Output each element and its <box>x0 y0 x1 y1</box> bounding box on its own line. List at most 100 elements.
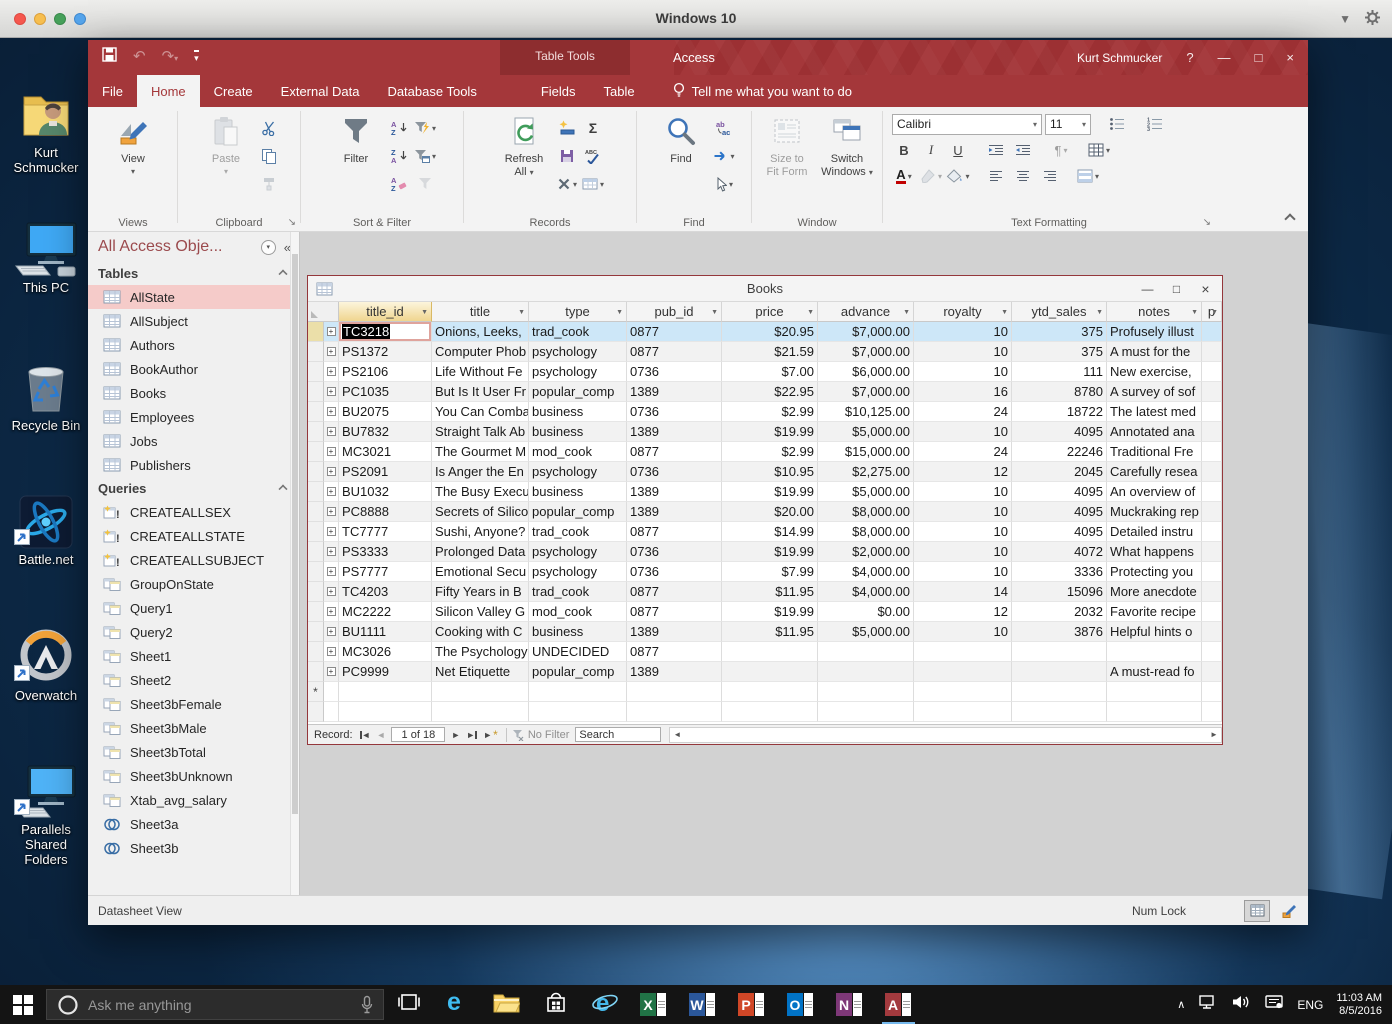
row-selector[interactable] <box>308 402 324 422</box>
table-cell[interactable]: A must for the <box>1107 342 1202 362</box>
table-cell[interactable]: 375 <box>1012 342 1107 362</box>
table-cell[interactable]: Cooking with C <box>432 622 529 642</box>
table-cell[interactable]: $20.00 <box>722 502 818 522</box>
sidebar-item-sheet3bmale[interactable]: Sheet3bMale <box>88 716 299 740</box>
align-left-icon[interactable] <box>984 165 1008 187</box>
table-cell[interactable]: A survey of sof <box>1107 382 1202 402</box>
table-cell[interactable]: 10 <box>914 342 1012 362</box>
table-cell[interactable]: 0877 <box>627 642 722 662</box>
find-button[interactable]: Find <box>652 111 710 207</box>
table-cell[interactable]: trad_cook <box>529 522 627 542</box>
table-cell[interactable]: Computer Phob <box>432 342 529 362</box>
table-cell[interactable] <box>1202 482 1222 502</box>
expand-row-icon[interactable]: + <box>327 447 336 456</box>
table-cell[interactable] <box>1012 642 1107 662</box>
expand-row-icon[interactable]: + <box>327 367 336 376</box>
table-cell[interactable]: 2045 <box>1012 462 1107 482</box>
table-cell[interactable]: 1389 <box>627 382 722 402</box>
table-cell[interactable] <box>1202 662 1222 682</box>
customize-qat-button[interactable]: ▾ <box>194 49 199 64</box>
sidebar-item-sheet3bunknown[interactable]: Sheet3bUnknown <box>88 764 299 788</box>
column-filter-icon[interactable]: ▼ <box>616 309 623 316</box>
table-cell[interactable]: 24 <box>914 402 1012 422</box>
table-cell[interactable] <box>1202 502 1222 522</box>
table-cell[interactable] <box>1202 322 1222 342</box>
table-cell[interactable] <box>914 702 1012 722</box>
table-cell[interactable]: Detailed instru <box>1107 522 1202 542</box>
desktop-icon-recycle-bin[interactable]: Recycle Bin <box>4 356 88 434</box>
sidebar-item-allsubject[interactable]: AllSubject <box>88 309 299 333</box>
row-selector[interactable] <box>308 642 324 662</box>
table-cell[interactable] <box>627 702 722 722</box>
table-cell[interactable]: But Is It User Fr <box>432 382 529 402</box>
table-cell[interactable] <box>529 702 627 722</box>
table-cell[interactable]: 3876 <box>1012 622 1107 642</box>
table-cell[interactable]: $2,000.00 <box>818 542 914 562</box>
scroll-right-icon[interactable]: ► <box>1207 730 1221 739</box>
table-cell[interactable]: mod_cook <box>529 442 627 462</box>
row-selector[interactable] <box>308 542 324 562</box>
expand-cell[interactable]: + <box>324 442 339 462</box>
expand-row-icon[interactable]: + <box>327 347 336 356</box>
expand-row-icon[interactable]: + <box>327 567 336 576</box>
table-cell[interactable]: popular_comp <box>529 502 627 522</box>
table-cell[interactable]: Protecting you <box>1107 562 1202 582</box>
table-cell[interactable]: What happens <box>1107 542 1202 562</box>
expand-cell[interactable]: + <box>324 642 339 662</box>
table-cell[interactable]: $2.99 <box>722 442 818 462</box>
table-cell[interactable] <box>1202 562 1222 582</box>
column-filter-icon[interactable]: ▼ <box>1096 309 1103 316</box>
sidebar-item-xtab_avg_salary[interactable]: Xtab_avg_salary <box>88 788 299 812</box>
table-cell[interactable] <box>1202 582 1222 602</box>
sidebar-item-employees[interactable]: Employees <box>88 405 299 429</box>
table-cell[interactable]: 10 <box>914 502 1012 522</box>
table-cell[interactable]: business <box>529 622 627 642</box>
table-cell[interactable]: Annotated ana <box>1107 422 1202 442</box>
bullets-icon[interactable] <box>1105 113 1129 135</box>
volume-icon[interactable] <box>1231 994 1251 1015</box>
sidebar-item-sheet2[interactable]: Sheet2 <box>88 668 299 692</box>
save-button[interactable] <box>102 47 117 65</box>
table-cell[interactable]: TC3218 <box>339 322 432 342</box>
copy-icon[interactable] <box>257 145 281 167</box>
table-cell[interactable]: 111 <box>1012 362 1107 382</box>
first-record-button[interactable]: ◄ <box>360 730 371 740</box>
decrease-indent-icon[interactable] <box>1011 139 1035 161</box>
new-record-icon[interactable] <box>555 117 579 139</box>
table-cell[interactable]: $19.99 <box>722 482 818 502</box>
expand-row-icon[interactable]: + <box>327 427 336 436</box>
next-record-button[interactable]: ► <box>451 730 460 740</box>
row-selector[interactable] <box>308 622 324 642</box>
table-cell[interactable]: MC3021 <box>339 442 432 462</box>
table-cell[interactable]: Profusely illust <box>1107 322 1202 342</box>
table-cell[interactable]: $4,000.00 <box>818 582 914 602</box>
table-cell[interactable] <box>818 682 914 702</box>
taskbar-internet-explorer-button[interactable]: e <box>580 985 629 1024</box>
table-cell[interactable]: PC8888 <box>339 502 432 522</box>
table-cell[interactable]: Carefully resea <box>1107 462 1202 482</box>
expand-row-icon[interactable]: + <box>327 607 336 616</box>
filter-status[interactable]: No Filter <box>512 729 570 741</box>
expand-cell[interactable]: + <box>324 662 339 682</box>
table-cell[interactable]: BU7832 <box>339 422 432 442</box>
table-cell[interactable] <box>1202 382 1222 402</box>
italic-button[interactable]: I <box>919 139 943 161</box>
sidebar-item-createallsex[interactable]: !CREATEALLSEX <box>88 500 299 524</box>
table-cell[interactable]: MC3026 <box>339 642 432 662</box>
table-cell[interactable]: BU1111 <box>339 622 432 642</box>
table-cell[interactable]: UNDECIDED <box>529 642 627 662</box>
table-cell[interactable] <box>722 642 818 662</box>
books-minimize-button[interactable]: — <box>1133 276 1162 301</box>
table-cell[interactable]: BU1032 <box>339 482 432 502</box>
expand-row-icon[interactable]: + <box>327 667 336 676</box>
sidebar-item-sheet3a[interactable]: Sheet3a <box>88 812 299 836</box>
microphone-icon[interactable] <box>360 995 374 1014</box>
column-header-notes[interactable]: notes▼ <box>1107 302 1202 322</box>
table-cell[interactable] <box>1107 642 1202 662</box>
table-cell[interactable]: TC7777 <box>339 522 432 542</box>
table-cell[interactable]: 10 <box>914 562 1012 582</box>
table-cell[interactable]: Net Etiquette <box>432 662 529 682</box>
table-cell[interactable]: PS2106 <box>339 362 432 382</box>
table-cell[interactable]: 0736 <box>627 542 722 562</box>
table-cell[interactable]: 2032 <box>1012 602 1107 622</box>
